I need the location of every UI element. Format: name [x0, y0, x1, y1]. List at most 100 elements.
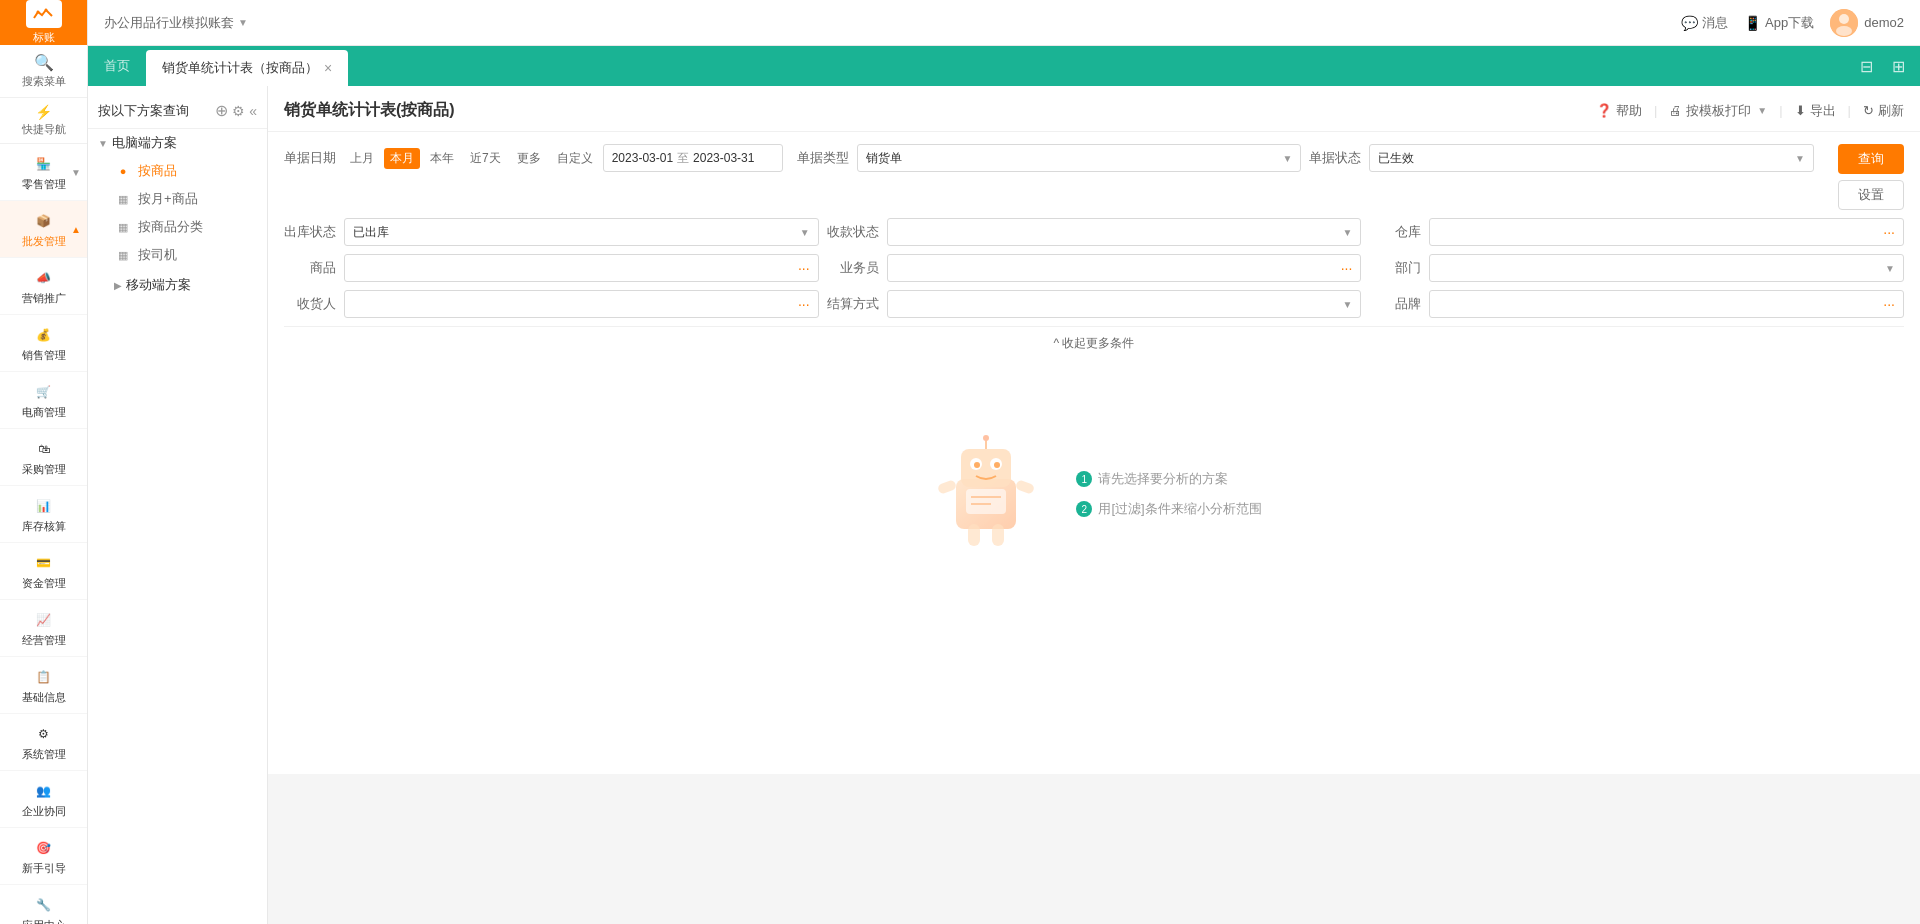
warehouse-suffix[interactable]: ··· — [1883, 224, 1895, 240]
date-btn-this-year[interactable]: 本年 — [424, 148, 460, 169]
message-icon: 💬 — [1681, 15, 1698, 31]
filter-date-cell: 单据日期 上月 本月 本年 近7天 更多 自定义 — [284, 144, 789, 172]
by-product-icon: ● — [114, 163, 132, 179]
sidebar-item-guide[interactable]: 🎯 新手引导 — [0, 828, 87, 885]
receipt-status-input[interactable]: ▼ — [887, 218, 1362, 246]
brand-control: ··· — [1429, 290, 1904, 318]
sidebar-item-inventory[interactable]: 📊 库存核算 — [0, 486, 87, 543]
product-input[interactable]: ··· — [344, 254, 819, 282]
username: demo2 — [1864, 15, 1904, 30]
refresh-icon: ↻ — [1863, 103, 1874, 118]
sidebar-search[interactable]: 🔍 搜索菜单 — [0, 45, 87, 98]
sidebar-item-corp[interactable]: 👥 企业协同 — [0, 771, 87, 828]
out-status-input[interactable]: 已出库 ▼ — [344, 218, 819, 246]
export-action[interactable]: ⬇ 导出 — [1795, 102, 1836, 120]
tab-expand-btn[interactable]: ⊞ — [1884, 52, 1912, 80]
consignee-input[interactable]: ··· — [344, 290, 819, 318]
filter-row-1-grid: 单据日期 上月 本月 本年 近7天 更多 自定义 — [284, 144, 1814, 172]
svg-point-4 — [1839, 14, 1849, 24]
nav-item-by-cashier[interactable]: ▦ 按司机 — [88, 241, 267, 269]
svg-rect-7 — [961, 449, 1011, 487]
sidebar-apps-label: 应用中心 — [22, 918, 66, 924]
filter-row-1: 单据日期 上月 本月 本年 近7天 更多 自定义 — [284, 144, 1904, 210]
product-suffix[interactable]: ··· — [798, 260, 810, 276]
sidebar-item-marketing[interactable]: 📣 营销推广 — [0, 258, 87, 315]
sidebar-item-ecom[interactable]: 🛒 电商管理 — [0, 372, 87, 429]
sidebar-guide-label: 新手引导 — [22, 861, 66, 876]
brand-input[interactable]: ··· — [1429, 290, 1904, 318]
sidebar-item-wholesale[interactable]: 📦 批发管理 ▲ — [0, 201, 87, 258]
filter-row-4: 收货人 ··· 结算方式 — [284, 290, 1904, 318]
help-action[interactable]: ❓ 帮助 — [1596, 102, 1642, 120]
collapse-bar[interactable]: ^ 收起更多条件 — [284, 326, 1904, 360]
salesperson-suffix[interactable]: ··· — [1341, 260, 1353, 276]
sidebar-item-operations[interactable]: 📈 经营管理 — [0, 600, 87, 657]
main-content-body: 1 请先选择要分析的方案 2 用[过滤]条件来缩小分析范围 — [268, 374, 1920, 774]
nav-item-by-month-product[interactable]: ▦ 按月+商品 — [88, 185, 267, 213]
empty-hint-1: 1 请先选择要分析的方案 — [1076, 470, 1261, 488]
nav-group-mobile: ▶ 移动端方案 — [88, 271, 267, 299]
sidebar-item-system[interactable]: ⚙ 系统管理 — [0, 714, 87, 771]
sidebar-item-sales[interactable]: 💰 销售管理 — [0, 315, 87, 372]
nav-add-icon[interactable]: ⊕ — [215, 103, 228, 119]
logo-icon — [26, 0, 62, 28]
industry-label: 办公用品行业模拟账套 — [104, 14, 234, 32]
industry-selector[interactable]: 办公用品行业模拟账套 ▼ — [104, 14, 248, 32]
sidebar-system-label: 系统管理 — [22, 747, 66, 762]
sep1: | — [1654, 103, 1657, 118]
salesperson-input[interactable]: ··· — [887, 254, 1362, 282]
user-menu[interactable]: demo2 — [1830, 9, 1904, 37]
date-btn-last-month[interactable]: 上月 — [344, 148, 380, 169]
sep3: | — [1848, 103, 1851, 118]
empty-state: 1 请先选择要分析的方案 2 用[过滤]条件来缩小分析范围 — [268, 374, 1920, 614]
warehouse-input[interactable]: ··· — [1429, 218, 1904, 246]
help-label: 帮助 — [1616, 102, 1642, 120]
nav-group-pc-title[interactable]: ▼ 电脑端方案 — [88, 129, 267, 157]
operations-icon: 📈 — [34, 610, 54, 630]
date-btn-custom[interactable]: 自定义 — [551, 148, 599, 169]
warehouse-label: 仓库 — [1369, 223, 1421, 241]
sidebar-item-retail[interactable]: 🏪 零售管理 ▼ — [0, 144, 87, 201]
sidebar-item-basic[interactable]: 📋 基础信息 — [0, 657, 87, 714]
nav-panel: 按以下方案查询 ⊕ ⚙ « ▼ 电脑端方案 ● 按商品 — [88, 86, 268, 924]
settings-button[interactable]: 设置 — [1838, 180, 1904, 210]
refresh-action[interactable]: ↻ 刷新 — [1863, 102, 1904, 120]
by-cashier-label: 按司机 — [138, 246, 177, 264]
filter-brand-cell: 品牌 ··· — [1369, 290, 1904, 318]
print-action[interactable]: 🖨 按模板打印 ▼ — [1669, 102, 1767, 120]
nav-collapse-icon[interactable]: « — [249, 103, 257, 119]
date-btn-last7[interactable]: 近7天 — [464, 148, 507, 169]
nav-group-mobile-title[interactable]: ▶ 移动端方案 — [88, 271, 267, 299]
by-product-cat-label: 按商品分类 — [138, 218, 203, 236]
date-btn-this-month[interactable]: 本月 — [384, 148, 420, 169]
consignee-suffix[interactable]: ··· — [798, 296, 810, 312]
doc-type-input[interactable]: 销货单 ▼ — [857, 144, 1302, 172]
dept-input[interactable]: ▼ — [1429, 254, 1904, 282]
tab-sales-stats[interactable]: 销货单统计计表（按商品） × — [146, 50, 348, 86]
tab-home[interactable]: 首页 — [88, 46, 146, 86]
brand-suffix[interactable]: ··· — [1883, 296, 1895, 312]
query-button[interactable]: 查询 — [1838, 144, 1904, 174]
nav-settings-icon[interactable]: ⚙ — [232, 103, 245, 119]
filter-doc-type-cell: 单据类型 销货单 ▼ — [797, 144, 1302, 172]
nav-item-by-product[interactable]: ● 按商品 — [88, 157, 267, 185]
app-download-action[interactable]: 📱 App下载 — [1744, 14, 1814, 32]
date-btn-more[interactable]: 更多 — [511, 148, 547, 169]
sidebar-item-finance[interactable]: 💳 资金管理 — [0, 543, 87, 600]
doc-status-input[interactable]: 已生效 ▼ — [1369, 144, 1814, 172]
tab-minimize-btn[interactable]: ⊟ — [1852, 52, 1880, 80]
date-range-input[interactable]: 2023-03-01 至 2023-03-31 — [603, 144, 783, 172]
sidebar-item-apps[interactable]: 🔧 应用中心 — [0, 885, 87, 924]
nav-item-by-product-cat[interactable]: ▦ 按商品分类 — [88, 213, 267, 241]
sidebar-quick-nav[interactable]: ⚡ 快捷导航 — [0, 98, 87, 144]
sidebar-operations-label: 经营管理 — [22, 633, 66, 648]
sidebar-item-purchase[interactable]: 🛍 采购管理 — [0, 429, 87, 486]
tab-close-icon[interactable]: × — [324, 61, 332, 75]
tab-bar-controls: ⊟ ⊞ — [1852, 46, 1920, 86]
date-range-end: 2023-03-31 — [693, 151, 754, 165]
messages-action[interactable]: 💬 消息 — [1681, 14, 1728, 32]
by-cashier-icon: ▦ — [114, 247, 132, 263]
settlement-input[interactable]: ▼ — [887, 290, 1362, 318]
sidebar-finance-label: 资金管理 — [22, 576, 66, 591]
hint1-badge: 1 — [1076, 471, 1092, 487]
